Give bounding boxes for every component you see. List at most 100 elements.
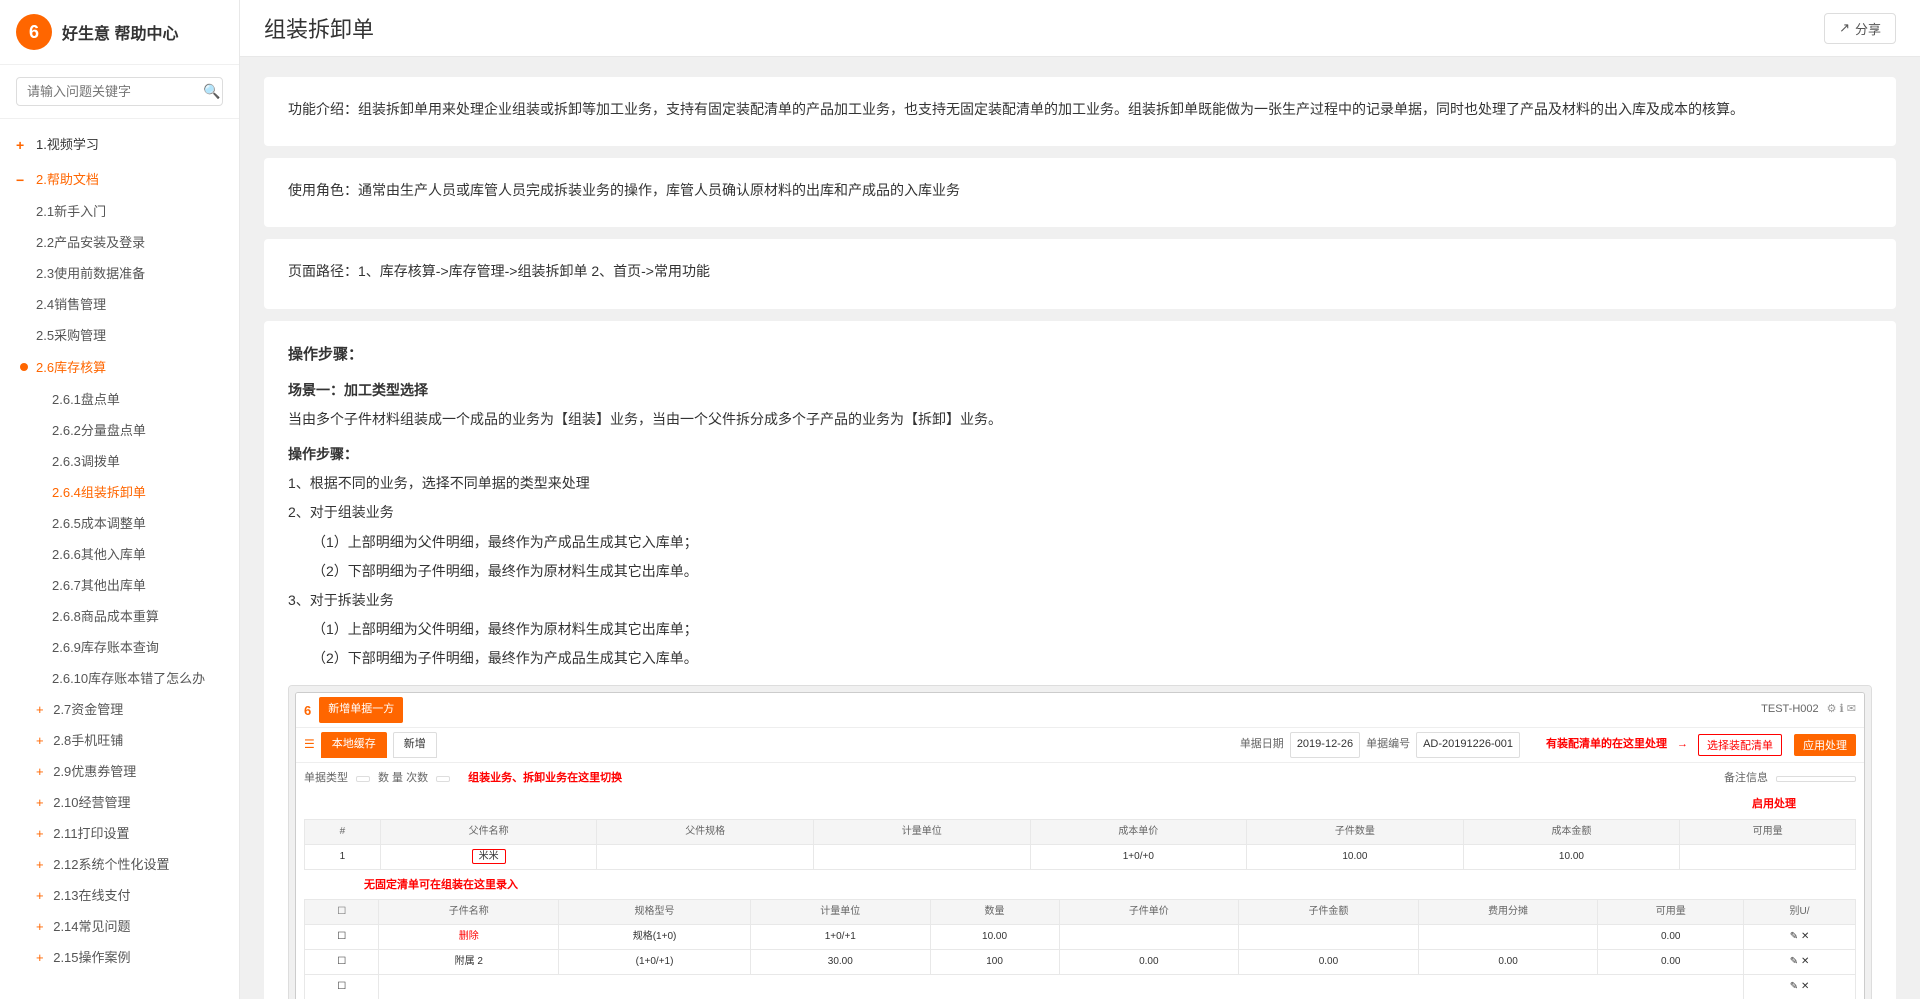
plus-small9: +: [36, 950, 44, 965]
steps-card: 操作步骤： 场景一：加工类型选择 当由多个子件材料组装成一个成品的业务为【组装】…: [264, 321, 1896, 999]
child-table-header: ☐ 子件名称 规格型号 计量单位 数量 子件单价 子件金额 费用分摊 可用量: [305, 900, 1856, 925]
th-parent-spec: 父件规格: [597, 819, 814, 844]
crow1-avail: 0.00: [1598, 925, 1744, 950]
sidebar-item-purchase[interactable]: 2.5采购管理: [0, 319, 239, 350]
sidebar-item-fund[interactable]: + 2.7资金管理: [0, 693, 239, 724]
plus-small7: +: [36, 888, 44, 903]
toolbar-date: 2019-12-26: [1290, 732, 1360, 758]
sidebar-item-print[interactable]: + 2.11打印设置: [0, 817, 239, 848]
step3: 3、对于拆装业务: [288, 588, 1872, 613]
sidebar-item-inv-query[interactable]: 2.6.9库存账本查询: [0, 631, 239, 662]
sidebar-item-adjust[interactable]: 2.6.3调拨单: [0, 445, 239, 476]
type-field: [356, 776, 370, 782]
table-row: 1 米米 1+0/+0 10.00 10.00: [305, 844, 1856, 869]
role-card: 使用角色：通常由生产人员或库管人员完成拆装业务的操作，库管人员确认原材料的出库和…: [264, 158, 1896, 227]
cth-unit: 计量单位: [750, 900, 930, 925]
nav-group-docs: − 2.帮助文档 2.1新手入门 2.2产品安装及登录 2.3使用前数据准备 2…: [0, 162, 239, 972]
sidebar-item-faq[interactable]: + 2.14常见问题: [0, 910, 239, 941]
memo-label: 备注信息: [1724, 769, 1768, 789]
btn-select-bom: 选择装配清单: [1698, 734, 1782, 756]
th-child-qty: 子件数量: [1247, 819, 1464, 844]
sidebar-item-mobile[interactable]: + 2.8手机旺铺: [0, 724, 239, 755]
sidebar-item-video[interactable]: + 1.视频学习: [0, 127, 239, 160]
role-text: 使用角色：通常由生产人员或库管人员完成拆装业务的操作，库管人员确认原材料的出库和…: [288, 178, 1872, 203]
sidebar: 6 好生意 帮助中心 🔍 + 1.视频学习 − 2.帮助文档 2.1新手入门: [0, 0, 240, 999]
sidebar-item-inventory[interactable]: 2.6库存核算: [0, 350, 239, 383]
td-parent-name: 米米: [380, 844, 597, 869]
td-spec: [597, 844, 814, 869]
plus-small4: +: [36, 795, 44, 810]
crow1-name: 删除: [379, 925, 559, 950]
sidebar-item-voucher[interactable]: + 2.9优惠券管理: [0, 755, 239, 786]
plus-small2: +: [36, 733, 44, 748]
path-text: 页面路径：1、库存核算->库存管理->组装拆卸单 2、首页->常用功能: [288, 259, 1872, 284]
type-label: 单据类型: [304, 769, 348, 789]
parent-name-field: 米米: [472, 849, 506, 864]
child-row-3: ☐ ✎ ✕: [305, 975, 1856, 999]
crow1-unit: 1+0/+1: [750, 925, 930, 950]
search-wrap: 🔍: [16, 77, 223, 106]
plus-small8: +: [36, 919, 44, 934]
plus-small5: +: [36, 826, 44, 841]
crow1-qty: 10.00: [930, 925, 1059, 950]
plus-small: +: [36, 702, 44, 717]
crow1-check: ☐: [305, 925, 379, 950]
crow1-split: [1418, 925, 1598, 950]
toolbar-date-label: 单据日期: [1240, 735, 1284, 755]
sidebar-item-operation[interactable]: + 2.10经营管理: [0, 786, 239, 817]
app-toolbar: ☰ 本地缓存 新增 单据日期 2019-12-26 单据编号 AD-201912…: [296, 728, 1864, 763]
sidebar-item-split[interactable]: 2.6.2分量盘点单: [0, 414, 239, 445]
td-unit: [813, 844, 1030, 869]
sidebar-item-install[interactable]: 2.2产品安装及登录: [0, 226, 239, 257]
crow1-spec: 规格(1+0): [559, 925, 751, 950]
th-unit: 计量单位: [813, 819, 1030, 844]
sidebar-item-docs[interactable]: − 2.帮助文档: [0, 162, 239, 195]
td-child-qty: 10.00: [1247, 844, 1464, 869]
app-topbar: 6 新增单据一方 TEST-H002 ⚙ ℹ ✉: [296, 693, 1864, 728]
sidebar-item-assembly[interactable]: 2.6.4组装拆卸单: [0, 476, 239, 507]
toolbar-orderno: AD-20191226-001: [1416, 732, 1520, 758]
type-row: 单据类型 数 量 次数 组装业务、拆卸业务在这里切换 备注信息: [304, 769, 1856, 789]
sidebar-item-inv-error[interactable]: 2.6.10库存账本错了怎么办: [0, 662, 239, 693]
cth-avail: 可用量: [1598, 900, 1744, 925]
search-input[interactable]: [27, 84, 203, 99]
annotation3-area: 启用处理: [304, 795, 1856, 815]
share-button[interactable]: ↗ 分享: [1824, 13, 1896, 44]
sidebar-item-customize[interactable]: + 2.12系统个性化设置: [0, 848, 239, 879]
crow2-check: ☐: [305, 950, 379, 975]
sidebar-item-product-cost[interactable]: 2.6.8商品成本重算: [0, 600, 239, 631]
th-num: #: [305, 819, 381, 844]
crow2-split: 0.00: [1418, 950, 1598, 975]
sidebar-item-other-out[interactable]: 2.6.7其他出库单: [0, 569, 239, 600]
toolbar-orderno-label: 单据编号: [1366, 735, 1410, 755]
sidebar-item-sales[interactable]: 2.4销售管理: [0, 288, 239, 319]
intro-card: 功能介绍：组装拆卸单用来处理企业组装或拆卸等加工业务，支持有固定装配清单的产品加…: [264, 77, 1896, 146]
parent-table-header: # 父件名称 父件规格 计量单位 成本单价 子件数量 成本金额 可用量: [305, 819, 1856, 844]
crow3-op: ✎ ✕: [1744, 975, 1856, 999]
parent-table: # 父件名称 父件规格 计量单位 成本单价 子件数量 成本金额 可用量: [304, 819, 1856, 870]
sidebar-item-data[interactable]: 2.3使用前数据准备: [0, 257, 239, 288]
step2-2: （2）下部明细为子件明细，最终作为原材料生成其它出库单。: [288, 559, 1872, 584]
tab-new: 新增: [393, 732, 437, 758]
child-row-1: ☐ 删除 规格(1+0) 1+0/+1 10.00: [305, 925, 1856, 950]
sidebar-item-online-pay[interactable]: + 2.13在线支付: [0, 879, 239, 910]
logo-text: 好生意 帮助中心: [62, 20, 178, 44]
th-cost-amount: 成本金额: [1463, 819, 1680, 844]
crow2-name: 附属 2: [379, 950, 559, 975]
scene1-desc: 当由多个子件材料组装成一个成品的业务为【组装】业务，当由一个父件拆分成多个子产品…: [288, 407, 1872, 432]
sidebar-item-newbie[interactable]: 2.1新手入门: [0, 195, 239, 226]
search-button[interactable]: 🔍: [203, 83, 220, 100]
crow2-price: 0.00: [1059, 950, 1239, 975]
sidebar-item-cases[interactable]: + 2.15操作案例: [0, 941, 239, 972]
screenshot-area: 6 新增单据一方 TEST-H002 ⚙ ℹ ✉ ☰ 本地缓存 新增: [288, 685, 1872, 999]
cth-qty: 数量: [930, 900, 1059, 925]
share-icon: ↗: [1839, 20, 1850, 36]
sidebar-item-cost[interactable]: 2.6.5成本调整单: [0, 507, 239, 538]
sidebar-item-other-in[interactable]: 2.6.6其他入库单: [0, 538, 239, 569]
path-card: 页面路径：1、库存核算->库存管理->组装拆卸单 2、首页->常用功能: [264, 239, 1896, 308]
scene1-title: 场景一：加工类型选择: [288, 378, 1872, 403]
sidebar-item-stocktake[interactable]: 2.6.1盘点单: [0, 383, 239, 414]
crow2-amount: 0.00: [1239, 950, 1419, 975]
crow1-op: ✎ ✕: [1744, 925, 1856, 950]
logo-area: 6 好生意 帮助中心: [0, 0, 239, 65]
